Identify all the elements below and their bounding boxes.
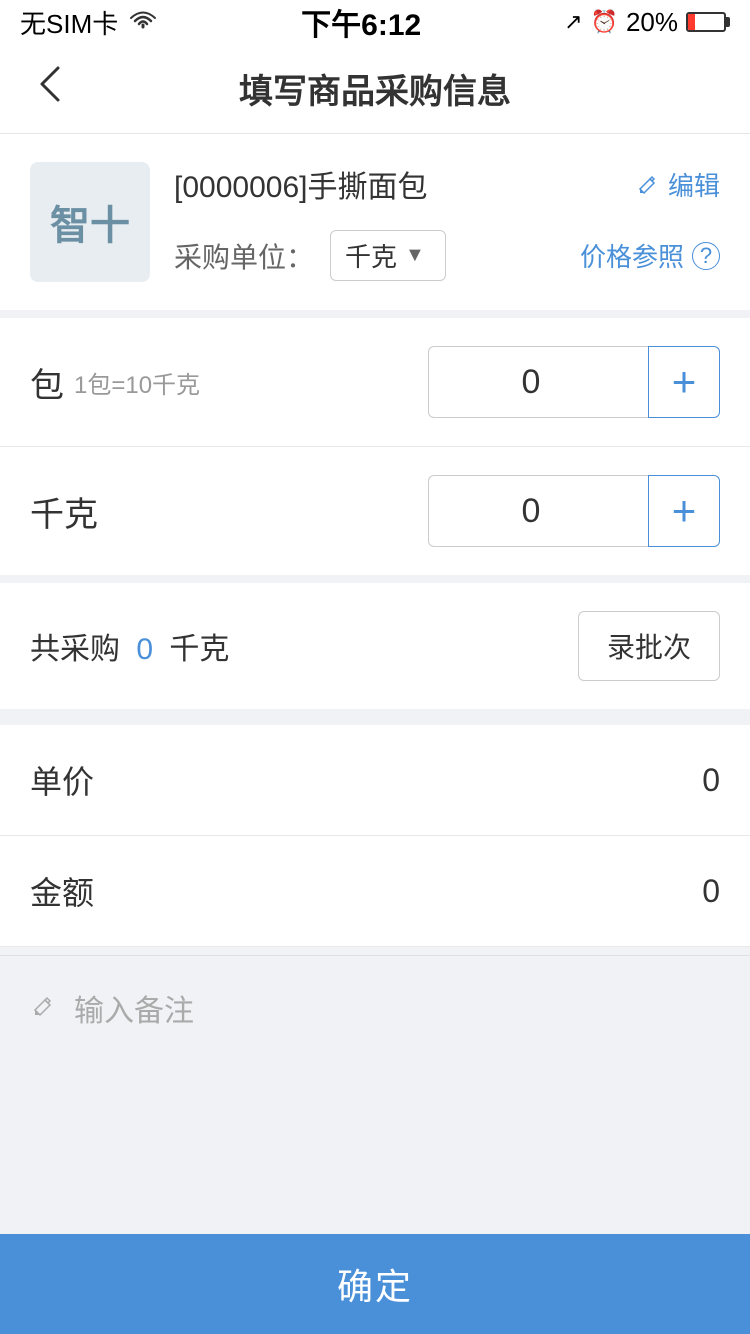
bao-label: 包 [30, 358, 64, 407]
price-ref-label: 价格参照 [580, 237, 684, 274]
carrier-label: 无SIM卡 [20, 4, 118, 41]
kg-label: 千克 [30, 487, 98, 536]
bao-row: 包 1包=10千克 + [0, 318, 750, 447]
kg-input-wrap: + [428, 475, 720, 547]
product-thumbnail: 智十 [30, 162, 150, 282]
spacer [0, 1060, 750, 1220]
product-card: 智十 [0000006]手撕面包 编辑 采购单位： 千克 ▼ 价格参照 ? [0, 134, 750, 318]
product-full-name: [0000006]手撕面包 [174, 162, 427, 206]
status-right: ↗ ⏰ 20% [564, 7, 730, 38]
amount-label: 金额 [30, 868, 94, 914]
battery-percent: 20% [626, 7, 678, 38]
bao-sublabel: 1包=10千克 [74, 365, 200, 400]
bao-plus-button[interactable]: + [648, 346, 720, 418]
pencil-icon [30, 990, 58, 1026]
gps-icon: ↗ [564, 9, 582, 35]
edit-label: 编辑 [668, 166, 720, 203]
chevron-down-icon: ▼ [405, 244, 425, 267]
summary-unit: 千克 [169, 633, 229, 666]
bao-input-wrap: + [428, 346, 720, 418]
status-left: 无SIM卡 [20, 4, 158, 41]
unit-value: 千克 [345, 237, 397, 274]
edit-button[interactable]: 编辑 [636, 166, 720, 203]
price-section: 单价 0 金额 0 [0, 725, 750, 947]
summary-text: 共采购 0 千克 [30, 624, 229, 668]
help-icon: ? [692, 242, 720, 270]
nav-bar: 填写商品采购信息 [0, 44, 750, 134]
page-title: 填写商品采购信息 [239, 64, 511, 113]
summary-row: 共采购 0 千克 录批次 [0, 583, 750, 717]
amount-value: 0 [702, 873, 720, 910]
quantity-section: 包 1包=10千克 + 千克 + [0, 318, 750, 583]
product-info: [0000006]手撕面包 编辑 采购单位： 千克 ▼ 价格参照 ? [174, 162, 720, 281]
product-logo: 智十 [50, 193, 130, 251]
kg-plus-button[interactable]: + [648, 475, 720, 547]
back-button[interactable] [28, 54, 72, 124]
kg-input[interactable] [428, 475, 648, 547]
battery-icon [686, 12, 730, 32]
unit-price-value: 0 [702, 762, 720, 799]
note-placeholder: 输入备注 [74, 986, 194, 1030]
confirm-button[interactable]: 确定 [0, 1234, 750, 1334]
bao-input[interactable] [428, 346, 648, 418]
status-bar: 无SIM卡 下午6:12 ↗ ⏰ 20% [0, 0, 750, 44]
unit-price-label: 单价 [30, 757, 94, 803]
product-name-row: [0000006]手撕面包 编辑 [174, 162, 720, 206]
batch-button[interactable]: 录批次 [578, 611, 720, 681]
summary-prefix: 共采购 [30, 633, 120, 666]
alarm-icon: ⏰ [591, 9, 618, 35]
kg-row: 千克 + [0, 447, 750, 583]
price-ref-button[interactable]: 价格参照 ? [580, 237, 720, 274]
wifi-icon [128, 7, 158, 38]
summary-value: 0 [136, 633, 153, 666]
unit-select[interactable]: 千克 ▼ [330, 230, 446, 281]
unit-price-row: 单价 0 [0, 725, 750, 836]
amount-row: 金额 0 [0, 836, 750, 947]
product-unit-row: 采购单位： 千克 ▼ 价格参照 ? [174, 230, 720, 281]
note-section[interactable]: 输入备注 [0, 955, 750, 1060]
unit-label: 采购单位： [174, 236, 314, 276]
status-time: 下午6:12 [301, 0, 421, 44]
